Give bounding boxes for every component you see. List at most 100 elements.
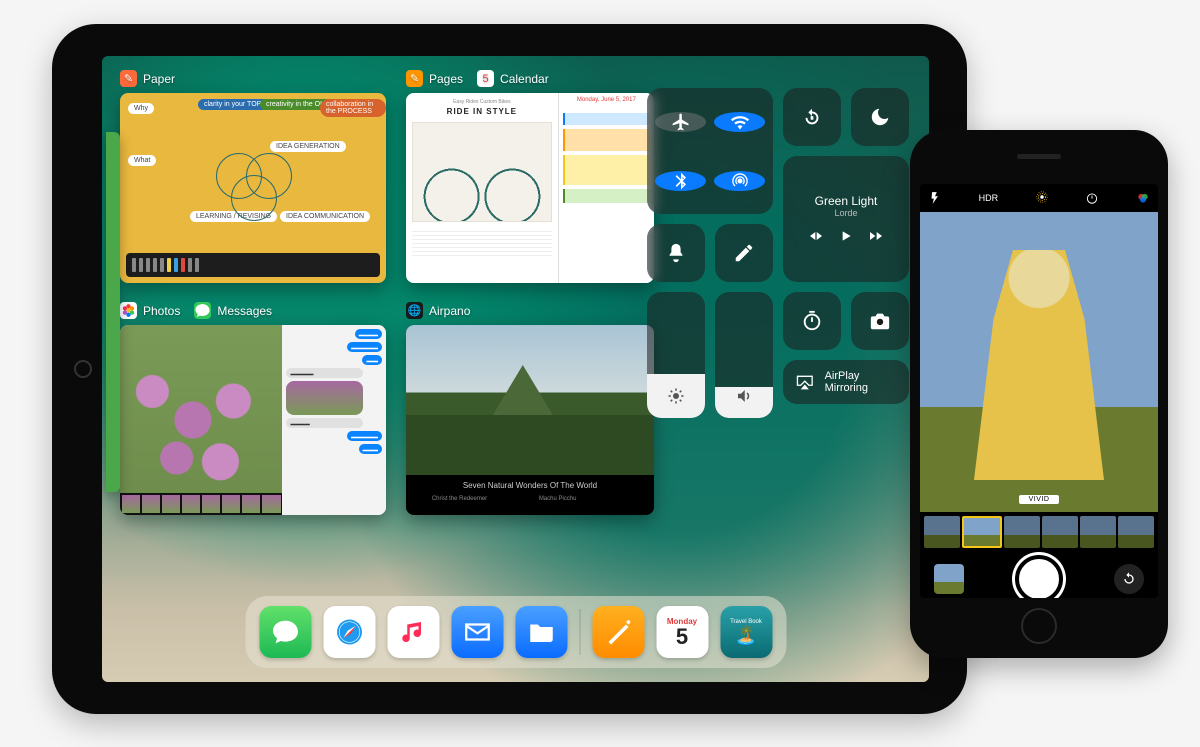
wifi-toggle[interactable]	[714, 112, 765, 132]
iphone-speaker	[1017, 154, 1061, 159]
camera-quick-action[interactable]	[851, 292, 909, 350]
live-photo-icon[interactable]	[1035, 190, 1049, 206]
airpano-thumbs[interactable]: Christ the Redeemer Machu Picchu	[406, 496, 654, 502]
airplay-label: AirPlay Mirroring	[825, 370, 897, 394]
camera-bottom-bar	[920, 552, 1158, 598]
message-image[interactable]	[286, 381, 362, 415]
airplane-mode-toggle[interactable]	[655, 112, 706, 132]
previous-track-icon[interactable]	[808, 228, 824, 244]
hdr-toggle[interactable]: HDR	[979, 193, 999, 203]
app-card-header: ✎ Pages 5 Calendar	[406, 70, 654, 87]
airpano-view: Seven Natural Wonders Of The World Chris…	[406, 325, 654, 515]
filter-label: VIVID	[1019, 495, 1059, 504]
filter-thumb-selected[interactable]	[962, 516, 1002, 548]
connectivity-group	[647, 88, 773, 214]
message-bubble[interactable]: ▂▂▂▂▂▂▂	[347, 342, 382, 352]
pages-doc-kicker: Easy Rides Custom Bikes	[412, 99, 552, 105]
airplay-mirroring-button[interactable]: AirPlay Mirroring	[783, 360, 909, 404]
filter-thumb[interactable]	[1042, 516, 1078, 548]
filter-thumb[interactable]	[1080, 516, 1116, 548]
app-card-label: Photos	[143, 304, 180, 318]
app-card-label: Airpano	[429, 304, 470, 318]
brightness-slider[interactable]	[647, 292, 705, 418]
camera-top-bar: HDR	[920, 184, 1158, 212]
airpano-app-icon: 🌐	[406, 302, 423, 319]
photos-filmstrip[interactable]	[120, 493, 282, 515]
pages-app-icon: ✎	[406, 70, 423, 87]
dock-app-travel-book[interactable]: Travel Book 🏝️	[720, 606, 772, 658]
message-bubble[interactable]: ▂▂▂	[362, 355, 382, 365]
message-bubble[interactable]: ▂▂▂▂▂	[286, 418, 362, 428]
airpano-thumb-label: Machu Picchu	[539, 496, 577, 502]
filters-icon[interactable]	[1136, 191, 1150, 205]
airpano-caption: Seven Natural Wonders Of The World	[406, 475, 654, 496]
note-tag: collaboration in the PROCESS	[320, 99, 386, 117]
bluetooth-toggle[interactable]	[655, 171, 706, 191]
app-card-photos-messages[interactable]: Photos Messages ▂▂▂▂▂ ▂▂▂▂▂▂▂	[120, 302, 386, 515]
play-icon[interactable]	[838, 228, 854, 244]
message-bubble[interactable]: ▂▂▂▂▂▂	[286, 368, 362, 378]
dock-app-mail[interactable]	[451, 606, 503, 658]
do-not-disturb-toggle[interactable]	[851, 88, 909, 146]
app-card-edge[interactable]	[106, 132, 120, 492]
camera-viewfinder[interactable]: VIVID	[920, 212, 1158, 512]
dock-app-pages[interactable]	[592, 606, 644, 658]
calendar-event[interactable]	[563, 113, 650, 125]
message-bubble[interactable]: ▂▂▂▂	[359, 444, 382, 454]
ipad-device: ✎ Paper Why What clarity in your TOPIC c…	[52, 24, 967, 714]
timer-quick-action[interactable]	[783, 292, 841, 350]
camera-flip-button[interactable]	[1114, 564, 1144, 594]
dock-app-messages[interactable]	[259, 606, 311, 658]
pages-calendar-splitview: Easy Rides Custom Bikes RIDE IN STYLE Mo…	[406, 93, 654, 283]
next-track-icon[interactable]	[868, 228, 884, 244]
app-card-header: 🌐 Airpano	[406, 302, 654, 319]
app-card-airpano[interactable]: 🌐 Airpano Seven Natural Wonders Of The W…	[406, 302, 654, 515]
orientation-lock-toggle[interactable]	[783, 88, 841, 146]
dock-app-calendar[interactable]: Monday 5	[656, 606, 708, 658]
dock-app-files[interactable]	[515, 606, 567, 658]
calendar-event[interactable]	[563, 129, 650, 151]
iphone-home-button[interactable]	[1021, 608, 1057, 644]
pages-doc-image	[412, 122, 552, 222]
calendar-date-label: Monday, June 5, 2017	[563, 97, 650, 103]
now-playing-title: Green Light	[815, 194, 878, 208]
last-photo-thumbnail[interactable]	[934, 564, 964, 594]
filter-thumb[interactable]	[924, 516, 960, 548]
messages-app-icon	[194, 302, 211, 319]
notes-quick-action[interactable]	[715, 224, 773, 282]
calendar-event[interactable]	[563, 155, 650, 185]
timer-icon[interactable]	[1085, 191, 1099, 205]
airplay-icon	[795, 371, 815, 393]
dock-app-safari[interactable]	[323, 606, 375, 658]
dock-app-music[interactable]	[387, 606, 439, 658]
app-card-paper[interactable]: ✎ Paper Why What clarity in your TOPIC c…	[120, 70, 386, 283]
photos-viewer	[120, 325, 282, 515]
app-card-label: Calendar	[500, 72, 549, 86]
filter-strip[interactable]	[920, 512, 1158, 552]
calendar-daynum: 5	[676, 626, 688, 648]
paper-toolbar[interactable]	[126, 253, 380, 277]
note-tag: IDEA COMMUNICATION	[280, 211, 370, 222]
volume-slider[interactable]	[715, 292, 773, 418]
calendar-dayview: Monday, June 5, 2017	[558, 93, 654, 283]
pages-document: Easy Rides Custom Bikes RIDE IN STYLE	[406, 93, 558, 283]
app-card-label: Pages	[429, 72, 463, 86]
app-card-label: Paper	[143, 72, 175, 86]
silent-mode-toggle[interactable]	[647, 224, 705, 282]
airdrop-toggle[interactable]	[714, 171, 765, 191]
filter-thumb[interactable]	[1004, 516, 1040, 548]
app-card-pages-calendar[interactable]: ✎ Pages 5 Calendar Easy Rides Custom Bik…	[406, 70, 654, 283]
filter-thumb[interactable]	[1118, 516, 1154, 548]
now-playing-tile[interactable]: Green Light Lorde	[783, 156, 909, 282]
calendar-event[interactable]	[563, 189, 650, 203]
flash-icon[interactable]	[928, 191, 942, 205]
dock-divider	[579, 609, 580, 655]
note-tag: What	[128, 155, 156, 166]
airpano-thumb-label: Christ the Redeemer	[432, 496, 487, 502]
ipad-home-button[interactable]	[74, 360, 92, 378]
message-bubble[interactable]: ▂▂▂▂▂	[355, 329, 382, 339]
airpano-panorama[interactable]	[406, 325, 654, 475]
message-bubble[interactable]: ▂▂▂▂▂▂▂	[347, 431, 382, 441]
shutter-button[interactable]	[1015, 555, 1063, 598]
note-tag: IDEA GENERATION	[270, 141, 346, 152]
